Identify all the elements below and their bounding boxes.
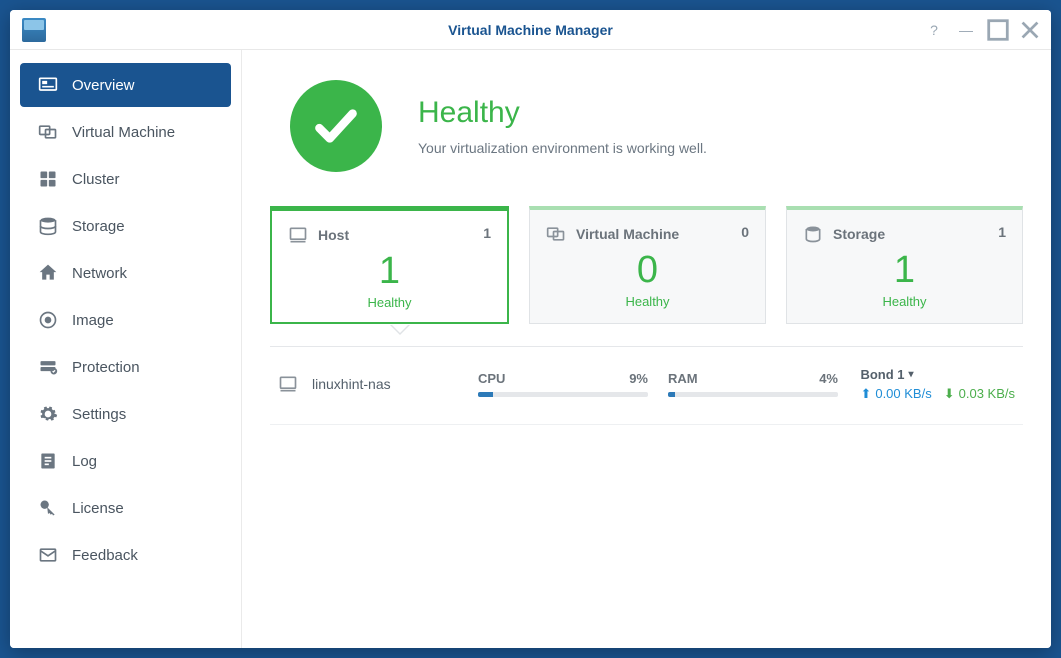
sidebar-label: Storage xyxy=(72,218,125,235)
sidebar-label: Protection xyxy=(72,359,140,376)
card-host[interactable]: Host 1 1 Healthy xyxy=(270,206,509,324)
cpu-bar xyxy=(478,392,493,397)
sidebar-item-storage[interactable]: Storage xyxy=(20,204,231,248)
card-storage[interactable]: Storage 1 1 Healthy xyxy=(786,206,1023,324)
card-sub: Healthy xyxy=(803,294,1006,309)
card-vm[interactable]: Virtual Machine 0 0 Healthy xyxy=(529,206,766,324)
feedback-icon xyxy=(38,545,58,565)
ram-meter: RAM 4% xyxy=(668,371,838,397)
window-title: Virtual Machine Manager xyxy=(10,22,1051,38)
sidebar-label: Virtual Machine xyxy=(72,124,175,141)
sidebar-label: Feedback xyxy=(72,547,138,564)
ram-percent: 4% xyxy=(819,371,838,386)
arrow-up-icon: ⬆ xyxy=(860,386,871,402)
sidebar-item-vm[interactable]: Virtual Machine xyxy=(20,110,231,154)
card-count: 1 xyxy=(998,224,1006,240)
sidebar-item-network[interactable]: Network xyxy=(20,251,231,295)
sidebar-item-feedback[interactable]: Feedback xyxy=(20,533,231,577)
sidebar-item-cluster[interactable]: Cluster xyxy=(20,157,231,201)
card-label: Host xyxy=(318,227,349,243)
sidebar-label: Settings xyxy=(72,406,126,423)
app-icon xyxy=(22,18,46,42)
card-label: Storage xyxy=(833,226,885,242)
minimize-button[interactable]: — xyxy=(953,17,979,43)
sidebar: Overview Virtual Machine Cluster Storage… xyxy=(10,50,242,648)
status-subtitle: Your virtualization environment is worki… xyxy=(418,140,707,156)
bond-selector[interactable]: Bond 1 ▾ xyxy=(860,367,1015,382)
log-icon xyxy=(38,451,58,471)
card-sub: Healthy xyxy=(546,294,749,309)
cpu-label: CPU xyxy=(478,371,505,386)
titlebar: Virtual Machine Manager ? — xyxy=(10,10,1051,50)
close-button[interactable] xyxy=(1017,17,1043,43)
ram-bar xyxy=(668,392,675,397)
sidebar-label: Overview xyxy=(72,77,135,94)
card-count: 0 xyxy=(741,224,749,240)
card-value: 1 xyxy=(803,250,1006,292)
sidebar-item-settings[interactable]: Settings xyxy=(20,392,231,436)
sidebar-label: Image xyxy=(72,312,114,329)
storage-card-icon xyxy=(803,224,823,244)
arrow-down-icon: ⬇ xyxy=(944,386,955,402)
sidebar-item-protection[interactable]: Protection xyxy=(20,345,231,389)
sidebar-item-image[interactable]: Image xyxy=(20,298,231,342)
sidebar-item-license[interactable]: License xyxy=(20,486,231,530)
overview-icon xyxy=(38,75,58,95)
card-pointer xyxy=(390,325,410,335)
cpu-percent: 9% xyxy=(629,371,648,386)
window-controls: ? — xyxy=(921,17,1043,43)
cluster-icon xyxy=(38,169,58,189)
help-button[interactable]: ? xyxy=(921,17,947,43)
upload-rate: ⬆ 0.00 KB/s xyxy=(860,386,931,402)
vm-icon xyxy=(38,122,58,142)
host-name: linuxhint-nas xyxy=(278,374,458,394)
status-title: Healthy xyxy=(418,96,707,130)
cpu-meter: CPU 9% xyxy=(478,371,648,397)
vm-card-icon xyxy=(546,224,566,244)
upload-value: 0.00 KB/s xyxy=(875,386,931,401)
status-block: Healthy Your virtualization environment … xyxy=(270,80,1023,172)
maximize-button[interactable] xyxy=(985,17,1011,43)
download-rate: ⬇ 0.03 KB/s xyxy=(944,386,1015,402)
license-icon xyxy=(38,498,58,518)
card-value: 0 xyxy=(546,250,749,292)
sidebar-label: Network xyxy=(72,265,127,282)
card-sub: Healthy xyxy=(288,295,491,310)
sidebar-item-overview[interactable]: Overview xyxy=(20,63,231,107)
main-content: Healthy Your virtualization environment … xyxy=(242,50,1051,648)
sidebar-label: Cluster xyxy=(72,171,120,188)
network-icon xyxy=(38,263,58,283)
sidebar-label: License xyxy=(72,500,124,517)
summary-cards: Host 1 1 Healthy Virtual Machine 0 0 Hea… xyxy=(270,206,1023,324)
host-name-text: linuxhint-nas xyxy=(312,376,391,392)
settings-icon xyxy=(38,404,58,424)
download-value: 0.03 KB/s xyxy=(959,386,1015,401)
protection-icon xyxy=(38,357,58,377)
bond-label-text: Bond 1 xyxy=(860,367,904,382)
network-block: Bond 1 ▾ ⬆ 0.00 KB/s ⬇ 0.03 KB/s xyxy=(860,367,1015,402)
host-row-icon xyxy=(278,374,298,394)
chevron-down-icon: ▾ xyxy=(909,369,914,380)
sidebar-label: Log xyxy=(72,453,97,470)
ram-label: RAM xyxy=(668,371,698,386)
host-row[interactable]: linuxhint-nas CPU 9% RAM 4% xyxy=(270,345,1023,425)
host-icon xyxy=(288,225,308,245)
sidebar-item-log[interactable]: Log xyxy=(20,439,231,483)
storage-icon xyxy=(38,216,58,236)
card-label: Virtual Machine xyxy=(576,226,679,242)
card-count: 1 xyxy=(483,225,491,241)
app-window: Virtual Machine Manager ? — Overview Vir… xyxy=(10,10,1051,648)
card-value: 1 xyxy=(288,251,491,293)
status-check-icon xyxy=(290,80,382,172)
image-icon xyxy=(38,310,58,330)
